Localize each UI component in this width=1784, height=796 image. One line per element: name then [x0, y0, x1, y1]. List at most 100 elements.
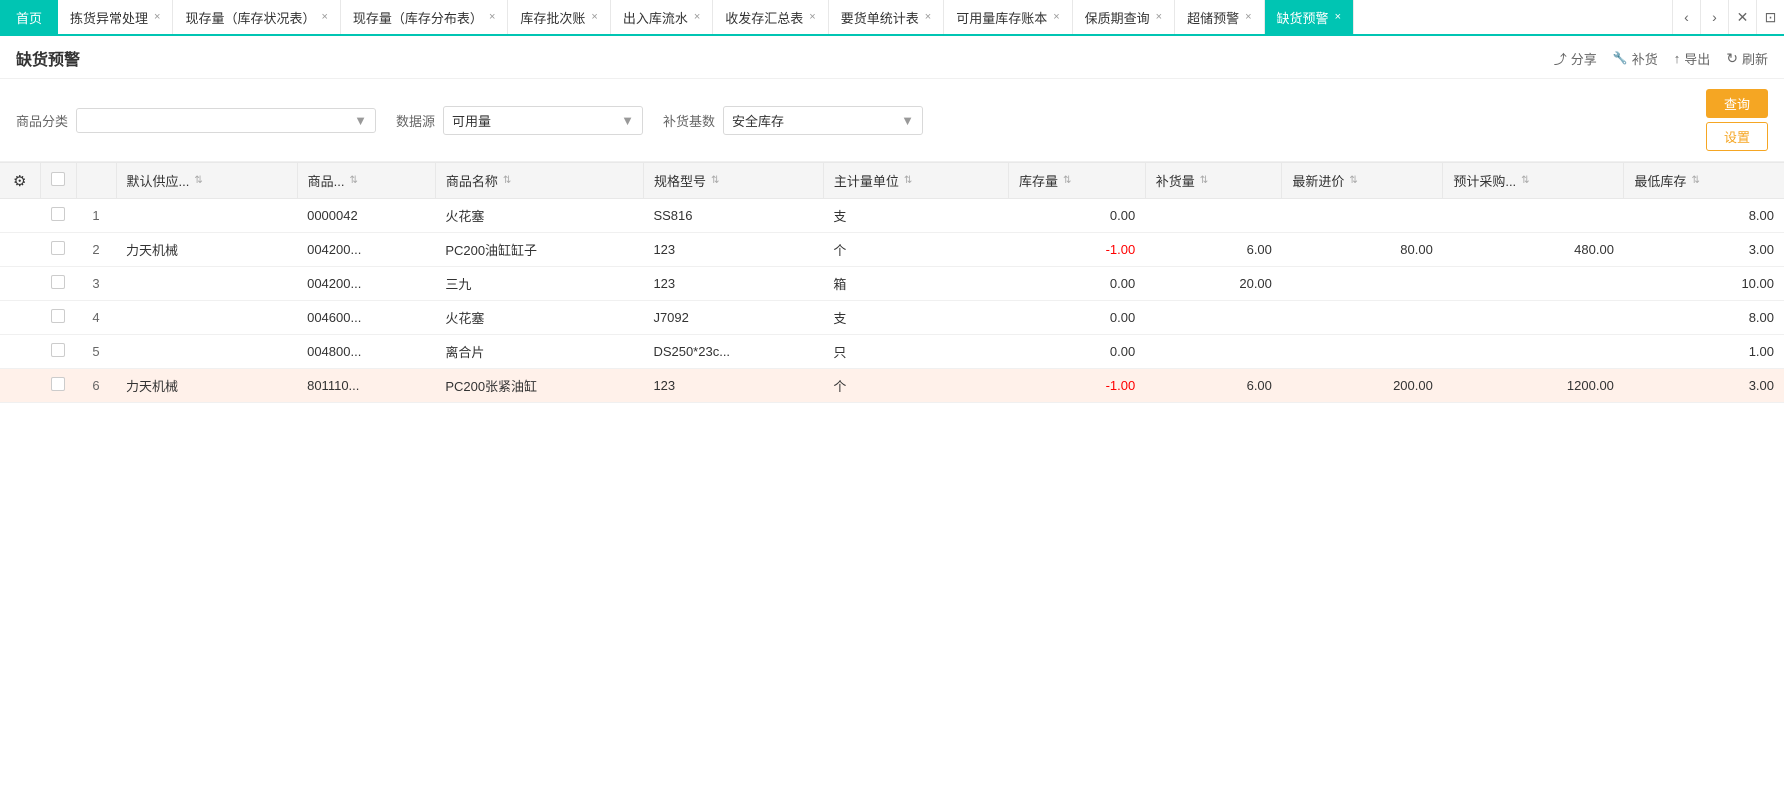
tab-label-avail-ledger: 可用量库存账本: [956, 8, 1047, 27]
tab-item-expiry-query[interactable]: 保质期查询×: [1073, 0, 1175, 34]
tab-close-recv-total[interactable]: ×: [809, 11, 815, 23]
tab-next-btn[interactable]: ›: [1700, 0, 1728, 34]
tab-close-stock-dist[interactable]: ×: [489, 11, 495, 23]
row-min-stock: 8.00: [1624, 199, 1784, 233]
tab-label-req-stat: 要货单统计表: [841, 8, 919, 27]
tab-close-abnormal[interactable]: ×: [154, 11, 160, 23]
row-product-name: 离合片: [435, 335, 643, 369]
row-spec: 123: [643, 267, 823, 301]
filter-category-value: [85, 113, 89, 128]
filter-category-select[interactable]: ▼: [76, 108, 376, 133]
tab-item-abnormal[interactable]: 拣货异常处理×: [58, 0, 173, 34]
row-min-stock: 3.00: [1624, 369, 1784, 403]
tab-close-overstock[interactable]: ×: [1245, 11, 1251, 23]
tab-item-stock-dist[interactable]: 现存量（库存分布表）×: [341, 0, 508, 34]
row-checkbox[interactable]: [51, 309, 65, 323]
th-stock-qty[interactable]: 库存量⇅: [1009, 163, 1146, 199]
row-unit: 个: [823, 369, 1008, 403]
share-action-btn[interactable]: ⤴ 分享: [1554, 49, 1597, 68]
filter-replenish-base-select[interactable]: 安全库存 ▼: [723, 106, 923, 135]
tab-close-shortage[interactable]: ×: [1335, 11, 1341, 23]
tab-item-stock-status[interactable]: 现存量（库存状况表）×: [173, 0, 340, 34]
th-min-stock[interactable]: 最低库存⇅: [1624, 163, 1784, 199]
page-title: 缺货预警: [16, 46, 80, 70]
tab-restore-btn[interactable]: ⊡: [1756, 0, 1784, 34]
row-checkbox-cell[interactable]: [40, 199, 76, 233]
th-checkbox[interactable]: [40, 163, 76, 199]
row-spec: DS250*23c...: [643, 335, 823, 369]
tab-home[interactable]: 首页: [0, 0, 58, 34]
row-checkbox[interactable]: [51, 207, 65, 221]
th-replenish-qty[interactable]: 补货量⇅: [1145, 163, 1282, 199]
tab-item-req-stat[interactable]: 要货单统计表 ×: [829, 0, 944, 34]
filter-bar: 商品分类 ▼ 数据源 可用量 ▼ 补货基数 安全库存 ▼ 查询 设置: [0, 79, 1784, 162]
row-replenish-qty: [1145, 335, 1282, 369]
export-action-btn[interactable]: ↑ 导出: [1674, 49, 1711, 68]
row-est-purchase: [1443, 335, 1624, 369]
filter-actions: 查询 设置: [1706, 89, 1768, 151]
row-checkbox[interactable]: [51, 343, 65, 357]
th-settings[interactable]: ⚙: [0, 163, 40, 199]
tab-item-overstock[interactable]: 超储预警×: [1175, 0, 1264, 34]
sort-icon-spec: ⇅: [711, 175, 719, 186]
tab-close-avail-ledger[interactable]: ×: [1053, 11, 1059, 23]
tab-close-expiry-query[interactable]: ×: [1156, 11, 1162, 23]
row-checkbox-cell[interactable]: [40, 335, 76, 369]
row-checkbox[interactable]: [51, 377, 65, 391]
row-checkbox-cell[interactable]: [40, 301, 76, 335]
th-unit[interactable]: 主计量单位⇅: [823, 163, 1008, 199]
row-min-stock: 10.00: [1624, 267, 1784, 301]
settings-button[interactable]: 设置: [1706, 122, 1768, 151]
row-checkbox-cell[interactable]: [40, 267, 76, 301]
tab-close-req-stat[interactable]: ×: [925, 11, 931, 23]
tab-close-all-btn[interactable]: ✕: [1728, 0, 1756, 34]
row-checkbox[interactable]: [51, 275, 65, 289]
sort-icon-stock: ⇅: [1063, 175, 1071, 186]
filter-datasource-group: 数据源 可用量 ▼: [396, 106, 643, 135]
tab-item-in-out-flow[interactable]: 出入库流水×: [611, 0, 713, 34]
row-product-code: 004200...: [297, 267, 435, 301]
row-est-purchase: [1443, 199, 1624, 233]
tab-prev-btn[interactable]: ‹: [1672, 0, 1700, 34]
row-product-name: PC200张紧油缸: [435, 369, 643, 403]
row-settings-cell: [0, 267, 40, 301]
row-spec: 123: [643, 233, 823, 267]
tab-nav-buttons: ‹ › ✕ ⊡: [1672, 0, 1784, 34]
tab-close-batch-account[interactable]: ×: [591, 11, 597, 23]
th-product-code[interactable]: 商品...⇅: [297, 163, 435, 199]
sort-icon-unit: ⇅: [904, 175, 912, 186]
row-settings-cell: [0, 199, 40, 233]
row-settings-cell: [0, 369, 40, 403]
row-est-purchase: 1200.00: [1443, 369, 1624, 403]
row-checkbox[interactable]: [51, 241, 65, 255]
row-checkbox-cell[interactable]: [40, 369, 76, 403]
tab-item-shortage[interactable]: 缺货预警×: [1265, 0, 1354, 34]
tab-item-recv-total[interactable]: 收发存汇总表 ×: [713, 0, 828, 34]
tab-label-recv-total: 收发存汇总表: [725, 8, 803, 27]
th-default-supplier[interactable]: 默认供应...⇅: [116, 163, 297, 199]
th-est-purchase[interactable]: 预计采购...⇅: [1443, 163, 1624, 199]
row-supplier: [116, 267, 297, 301]
row-checkbox-cell[interactable]: [40, 233, 76, 267]
th-product-name[interactable]: 商品名称⇅: [435, 163, 643, 199]
replenish-action-btn[interactable]: 🔧 补货: [1613, 49, 1658, 68]
tab-item-batch-account[interactable]: 库存批次账×: [508, 0, 610, 34]
row-replenish-qty: [1145, 301, 1282, 335]
refresh-action-btn[interactable]: ↻ 刷新: [1726, 49, 1768, 68]
share-label: 分享: [1571, 49, 1597, 68]
th-latest-price[interactable]: 最新进价⇅: [1282, 163, 1443, 199]
filter-datasource-select[interactable]: 可用量 ▼: [443, 106, 643, 135]
filter-datasource-value: 可用量: [452, 111, 491, 130]
tab-item-avail-ledger[interactable]: 可用量库存账本 ×: [944, 0, 1072, 34]
export-label: 导出: [1684, 49, 1710, 68]
refresh-label: 刷新: [1742, 49, 1768, 68]
row-stock-qty: 0.00: [1009, 199, 1146, 233]
row-est-purchase: [1443, 267, 1624, 301]
row-product-name: 火花塞: [435, 301, 643, 335]
header-checkbox[interactable]: [51, 172, 65, 186]
th-spec[interactable]: 规格型号⇅: [643, 163, 823, 199]
row-stock-qty: 0.00: [1009, 335, 1146, 369]
query-button[interactable]: 查询: [1706, 89, 1768, 118]
tab-close-stock-status[interactable]: ×: [321, 11, 327, 23]
tab-close-in-out-flow[interactable]: ×: [694, 11, 700, 23]
